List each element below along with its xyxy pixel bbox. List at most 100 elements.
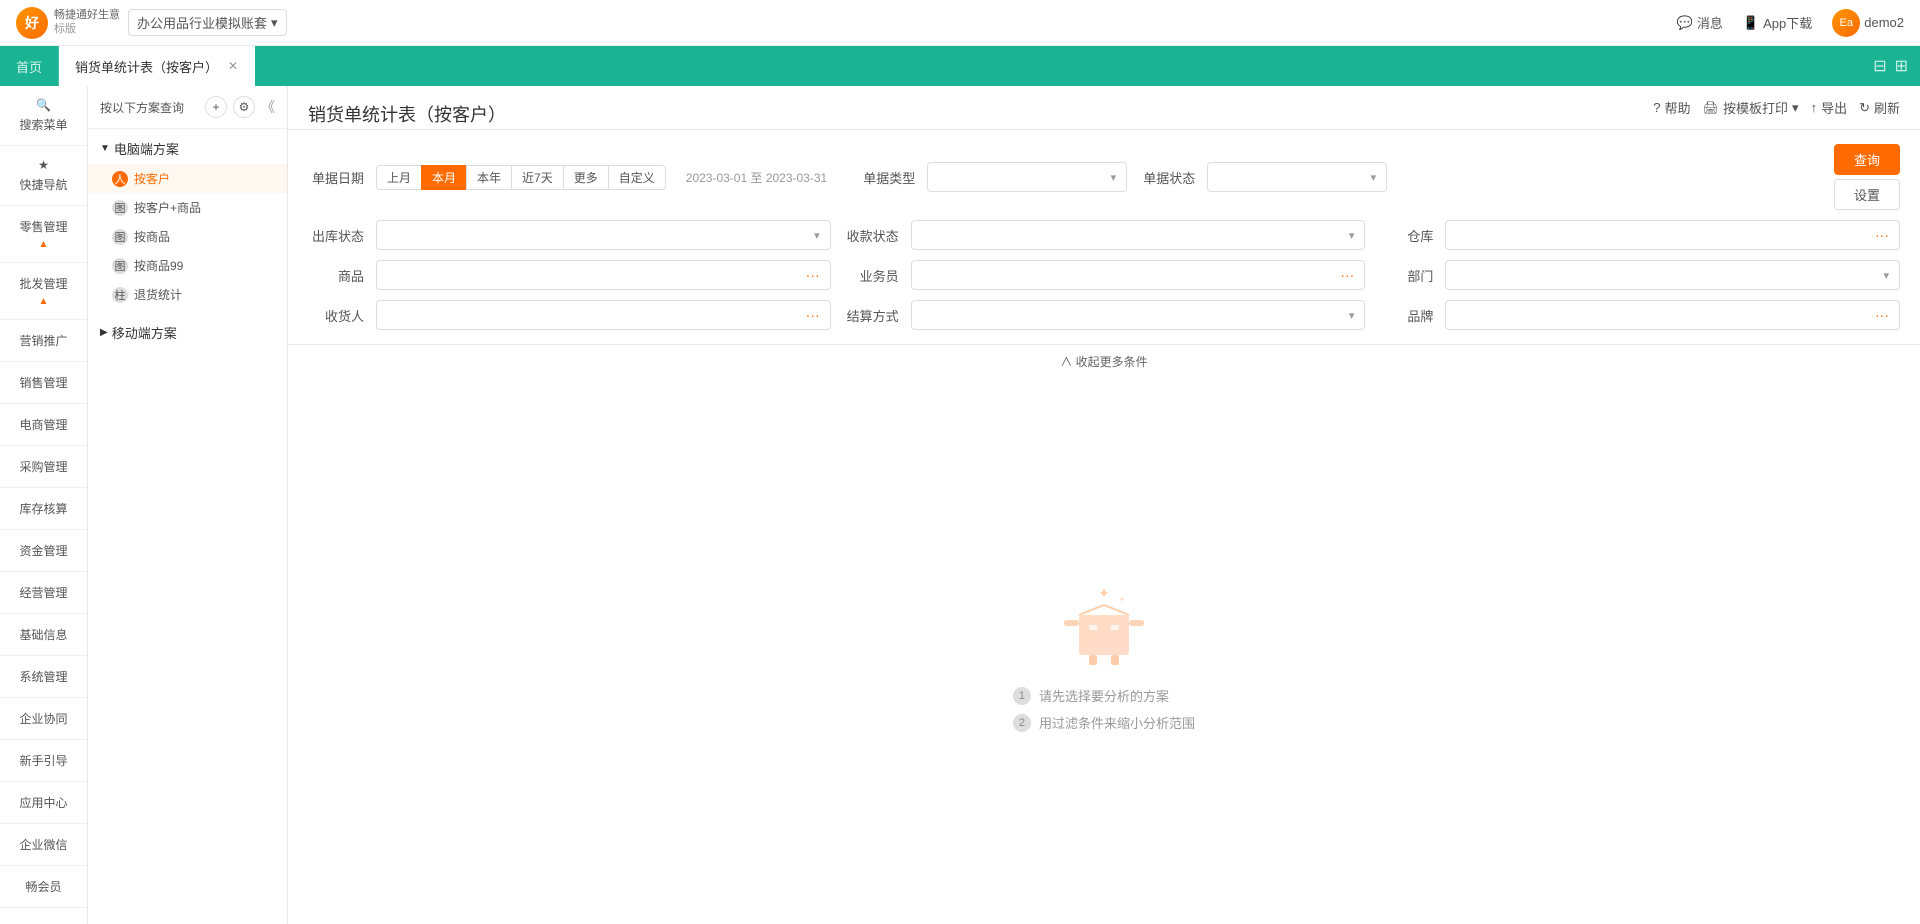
filter-row-1: 单据日期 上月 本月 本年 近7天 更多 自定义 2023-03-01 至 20… (308, 144, 1900, 210)
user-menu[interactable]: Ea demo2 (1832, 9, 1904, 37)
scheme-item-by-customer-goods[interactable]: 图 按客户+商品 (88, 193, 287, 222)
export-label: 导出 (1821, 98, 1847, 117)
scheme-label-by-customer: 按客户 (134, 170, 170, 187)
export-btn[interactable]: ↑ 导出 (1811, 98, 1848, 117)
filter-row-3: 商品 ··· 业务员 ··· 部门 ▾ (308, 260, 1900, 290)
doc-status-control[interactable]: ▾ (1207, 162, 1387, 192)
refresh-btn[interactable]: ↻ 刷新 (1859, 98, 1900, 117)
sidebar-item-operation[interactable]: 经营管理 (0, 572, 87, 614)
department-control[interactable]: ▾ (1445, 260, 1900, 290)
arrow-up-icon2: ▲ (39, 296, 49, 307)
chevron-settlement-icon: ▾ (1349, 309, 1355, 322)
sidebar-item-ecommerce[interactable]: 电商管理 (0, 404, 87, 446)
app-download-label: App下载 (1763, 13, 1812, 32)
receiver-control[interactable]: ··· (376, 300, 831, 330)
sidebar-item-system[interactable]: 系统管理 (0, 656, 87, 698)
scheme-item-return-stats[interactable]: 柱 退货统计 (88, 280, 287, 309)
sidebar-item-wholesale[interactable]: 批发管理 ▲ (0, 263, 87, 320)
industry-selector[interactable]: 办公用品行业模拟账套 ▾ (128, 9, 287, 36)
scheme-group-mobile-label: 移动端方案 (112, 323, 177, 342)
add-scheme-btn[interactable]: + (205, 96, 227, 118)
warehouse-control[interactable]: ··· (1445, 220, 1900, 250)
sidebar-item-basic[interactable]: 基础信息 (0, 614, 87, 656)
sidebar-shortcut[interactable]: ★ 快捷导航 (0, 146, 87, 206)
tip-num-2: 2 (1013, 714, 1031, 732)
collapse-more-btn[interactable]: ∧ 收起更多条件 (288, 345, 1920, 378)
chevron-out-status-icon: ▾ (814, 229, 820, 242)
logo-icon: 好 (16, 7, 48, 39)
scheme-item-by-customer[interactable]: 人 按客户 (88, 164, 287, 193)
right-panel: 销货单统计表（按客户） ? 帮助 🖨 按模板打印 ▾ ↑ 导出 (288, 86, 1920, 924)
settings-scheme-btn[interactable]: ⚙ (233, 96, 255, 118)
sidebar-search[interactable]: 🔍 搜索菜单 (0, 86, 87, 146)
sidebar-item-marketing[interactable]: 营销推广 (0, 320, 87, 362)
date-last-month-btn[interactable]: 上月 (376, 165, 421, 190)
tab-sales-summary[interactable]: 销货单统计表（按客户） ✕ (59, 46, 255, 86)
scheme-icon-goods: 图 (112, 229, 128, 245)
message-btn[interactable]: 💬 消息 (1677, 13, 1723, 32)
sidebar-label-retail: 零售管理 (19, 218, 67, 235)
print-template-btn[interactable]: 🖨 按模板打印 ▾ (1703, 98, 1799, 117)
date-this-month-btn[interactable]: 本月 (421, 165, 466, 190)
minimize-icon[interactable]: ⊟ (1873, 56, 1886, 76)
brand-control[interactable]: ··· (1445, 300, 1900, 330)
date-7days-btn[interactable]: 近7天 (511, 165, 563, 190)
collapse-label: ∧ 收起更多条件 (1060, 355, 1147, 369)
sidebar-item-sales[interactable]: 销售管理 (0, 362, 87, 404)
sidebar-item-appcenter[interactable]: 应用中心 (0, 782, 87, 824)
date-selector: 上月 本月 本年 近7天 更多 自定义 (376, 165, 666, 190)
date-more-btn[interactable]: 更多 (563, 165, 608, 190)
scheme-icon-return: 柱 (112, 287, 128, 303)
collapse-panel-btn[interactable]: 《 (261, 97, 275, 117)
scheme-group-desktop-label: 电脑端方案 (114, 139, 179, 158)
scheme-icon-customer: 人 (112, 171, 128, 187)
sidebar-label-finance: 资金管理 (19, 542, 67, 559)
doc-type-control[interactable]: ▾ (927, 162, 1127, 192)
arrow-up-icon: ▲ (39, 239, 49, 250)
warehouse-label: 仓库 (1377, 226, 1433, 245)
sidebar-label-system: 系统管理 (19, 668, 67, 685)
settings-button[interactable]: 设置 (1834, 179, 1900, 210)
logo-area: 好 畅捷通好生意 标版 (16, 7, 120, 39)
tab-home[interactable]: 首页 (0, 46, 59, 86)
app-download-btn[interactable]: 📱 App下载 (1743, 13, 1812, 32)
collapse-icon: 《 (261, 99, 275, 115)
sidebar-item-finance[interactable]: 资金管理 (0, 530, 87, 572)
message-icon: 💬 (1677, 15, 1693, 31)
date-this-year-btn[interactable]: 本年 (466, 165, 511, 190)
settlement-control[interactable]: ▾ (911, 300, 1366, 330)
receipt-status-control[interactable]: ▾ (911, 220, 1366, 250)
sidebar-item-purchase[interactable]: 采购管理 (0, 446, 87, 488)
sidebar-item-newbie[interactable]: 新手引导 (0, 740, 87, 782)
scheme-group-desktop-header[interactable]: ▼ 电脑端方案 (88, 133, 287, 164)
sidebar-item-enterprise[interactable]: 企业协同 (0, 698, 87, 740)
empty-tip-1: 1 请先选择要分析的方案 (1013, 686, 1195, 705)
export-icon: ↑ (1811, 100, 1818, 115)
scheme-label-return-stats: 退货统计 (134, 286, 182, 303)
scheme-group-desktop: ▼ 电脑端方案 人 按客户 图 按客户+商品 图 按商品 图 按商品99 (88, 129, 287, 313)
query-button[interactable]: 查询 (1834, 144, 1900, 175)
salesperson-control[interactable]: ··· (911, 260, 1366, 290)
help-btn[interactable]: ? 帮助 (1653, 98, 1690, 117)
scheme-item-by-goods[interactable]: 图 按商品 (88, 222, 287, 251)
scheme-group-mobile-header[interactable]: ▶ 移动端方案 (88, 317, 287, 348)
scheme-item-by-goods-99[interactable]: 图 按商品99 (88, 251, 287, 280)
sidebar-item-wechat[interactable]: 企业微信 (0, 824, 87, 866)
svg-text:✦: ✦ (1119, 595, 1126, 604)
gear-icon: ⚙ (239, 100, 250, 114)
empty-state: ✦ ✦ 1 请先选择要分析的方案 2 用过滤条件来缩小分析范围 (288, 378, 1920, 924)
sidebar-item-retail[interactable]: 零售管理 ▲ (0, 206, 87, 263)
scheme-group-mobile: ▶ 移动端方案 (88, 313, 287, 352)
tab-bar: 首页 销货单统计表（按客户） ✕ ⊟ ⊞ (0, 46, 1920, 86)
out-status-control[interactable]: ▾ (376, 220, 831, 250)
page-actions: ? 帮助 🖨 按模板打印 ▾ ↑ 导出 ↻ 刷新 (1653, 98, 1900, 129)
close-tab-icon[interactable]: ✕ (228, 59, 238, 73)
search-icon: 🔍 (36, 98, 51, 112)
maximize-icon[interactable]: ⊞ (1895, 56, 1908, 76)
goods-control[interactable]: ··· (376, 260, 831, 290)
dots-salesperson-icon: ··· (1340, 267, 1354, 283)
tab-home-label: 首页 (16, 57, 42, 76)
sidebar-item-inventory[interactable]: 库存核算 (0, 488, 87, 530)
sidebar-item-member[interactable]: 畅会员 (0, 866, 87, 908)
date-custom-btn[interactable]: 自定义 (608, 165, 666, 190)
